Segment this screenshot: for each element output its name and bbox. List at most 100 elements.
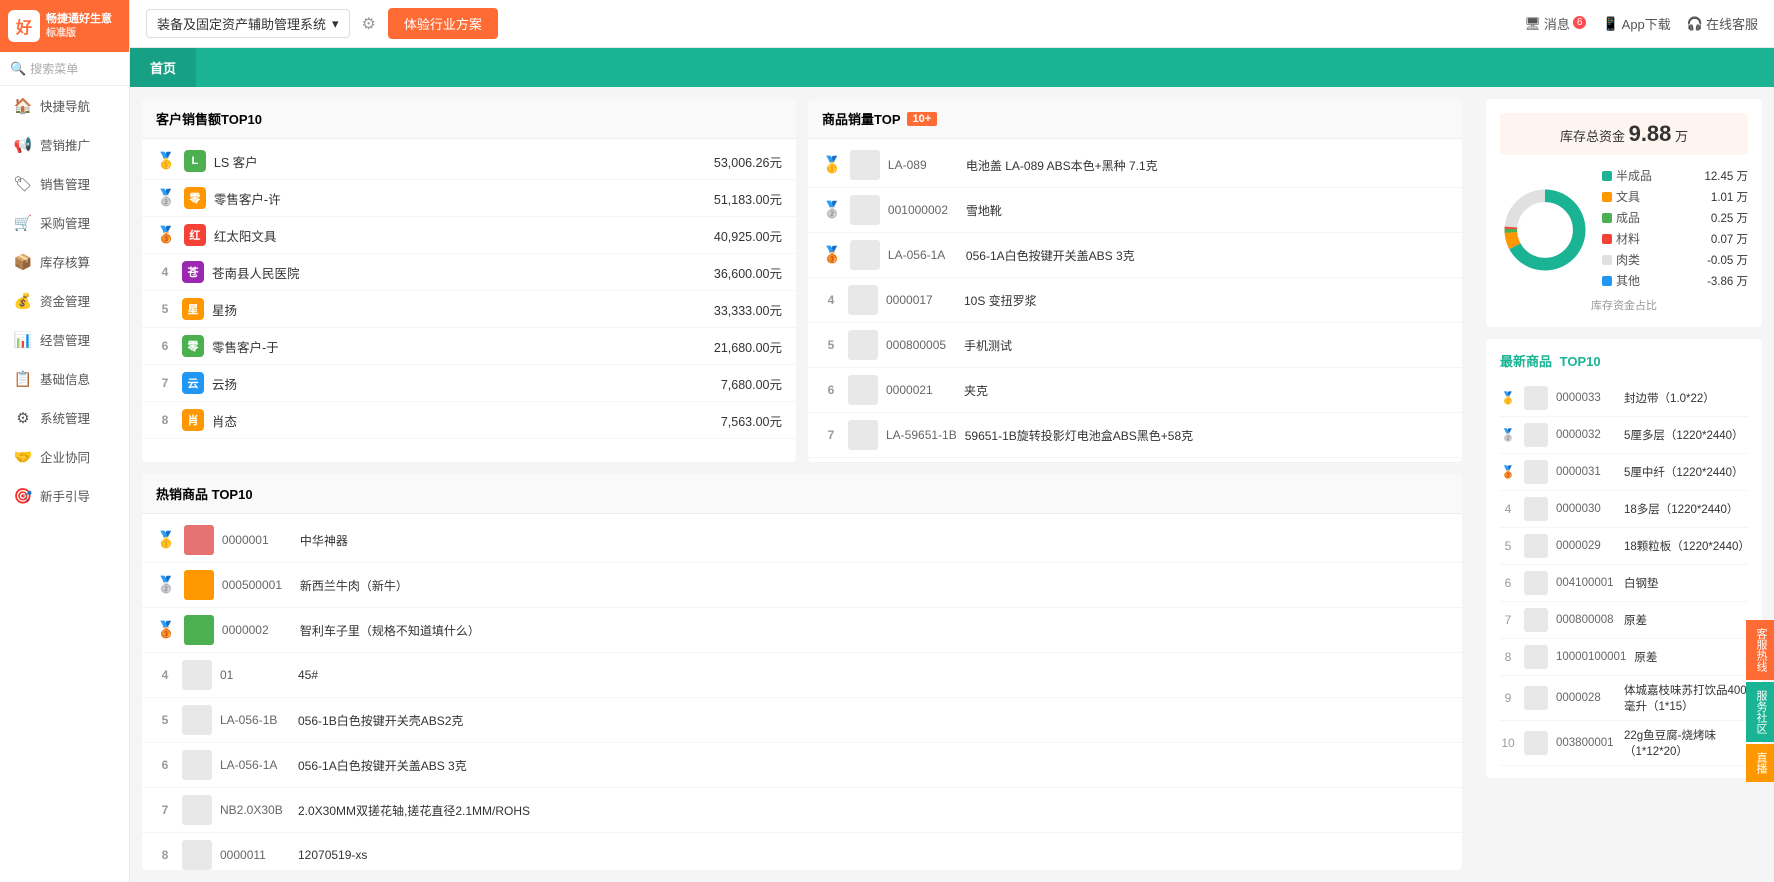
product-image bbox=[182, 750, 212, 780]
float-btn-live[interactable]: 直播 bbox=[1746, 744, 1774, 782]
system-icon: ⚙ bbox=[14, 409, 32, 427]
customer-badge: 红 bbox=[184, 224, 206, 246]
product-image bbox=[184, 525, 214, 555]
product-image bbox=[1524, 497, 1548, 521]
product-image bbox=[1524, 645, 1548, 669]
app-download-btn[interactable]: 📱 App下载 bbox=[1602, 14, 1670, 33]
table-row: 🥈 0000032 5厘多层（1220*2440） bbox=[1500, 417, 1748, 454]
phone-icon: 📱 bbox=[1602, 16, 1618, 32]
legend-item: 材料 0.07 万 bbox=[1602, 230, 1748, 247]
legend-dot bbox=[1602, 234, 1612, 244]
product-image bbox=[1524, 386, 1548, 410]
medal-icon: 🥉 bbox=[1500, 465, 1516, 479]
product-image bbox=[182, 795, 212, 825]
collaboration-icon: 🤝 bbox=[14, 448, 32, 466]
table-row: 5 0000029 18颗粒板（1220*2440） bbox=[1500, 528, 1748, 565]
legend-item: 半成品 12.45 万 bbox=[1602, 167, 1748, 184]
customer-ranking-header: 客户销售额TOP10 bbox=[142, 99, 796, 139]
table-row: 5 星 星扬 33,333.00元 bbox=[142, 291, 796, 328]
medal-icon: 🥈 bbox=[822, 200, 842, 220]
chart-legend: 半成品 12.45 万 文具 1.01 万 成品 0.25 万 bbox=[1602, 167, 1748, 293]
product-sales-badge: 10+ bbox=[907, 112, 938, 126]
product-image bbox=[848, 330, 878, 360]
product-image bbox=[1524, 423, 1548, 447]
product-sales-title: 商品销量TOP bbox=[822, 109, 901, 128]
notification-badge: 6 bbox=[1573, 16, 1587, 29]
trial-btn[interactable]: 体验行业方案 bbox=[388, 8, 498, 39]
product-image bbox=[850, 240, 880, 270]
legend-dot bbox=[1602, 213, 1612, 223]
inventory-chart-area: 半成品 12.45 万 文具 1.01 万 成品 0.25 万 bbox=[1500, 167, 1748, 293]
inventory-box: 库存总资金 9.88 万 bbox=[1486, 99, 1762, 327]
hot-products-title: 热销商品 TOP10 bbox=[156, 484, 253, 503]
new-products-box: 最新商品 TOP10 🥇 0000033 封边带（1.0*22） 🥈 00000… bbox=[1486, 339, 1762, 778]
table-row: 7 云 云扬 7,680.00元 bbox=[142, 365, 796, 402]
product-image bbox=[182, 840, 212, 870]
customer-badge: 肖 bbox=[182, 409, 204, 431]
product-image bbox=[1524, 571, 1548, 595]
sidebar-item-purchase[interactable]: 🛒 采购管理 bbox=[0, 203, 129, 242]
sidebar-item-sales[interactable]: 🏷 销售管理 bbox=[0, 164, 129, 203]
table-row: 4 01 45# bbox=[142, 653, 1462, 698]
logo-icon: 好 bbox=[8, 10, 40, 42]
product-image bbox=[850, 195, 880, 225]
float-btn-community[interactable]: 服务社区 bbox=[1746, 682, 1774, 742]
float-buttons: 客服热线 服务社区 直播 bbox=[1746, 620, 1774, 782]
table-row: 8 0000011 12070519-xs bbox=[142, 833, 1462, 870]
sidebar-item-guide[interactable]: 🎯 新手引导 bbox=[0, 476, 129, 515]
management-icon: 📊 bbox=[14, 331, 32, 349]
table-row: 4 苍 苍南县人民医院 36,600.00元 bbox=[142, 254, 796, 291]
medal-icon: 🥈 bbox=[156, 575, 176, 595]
inventory-donut-chart bbox=[1500, 185, 1590, 275]
notification-icon: 🖥 bbox=[1524, 16, 1541, 32]
chevron-down-icon: ▾ bbox=[332, 16, 339, 32]
sidebar-item-management[interactable]: 📊 经营管理 bbox=[0, 320, 129, 359]
customer-badge: L bbox=[184, 150, 206, 172]
table-row: 🥇 0000001 中华神器 bbox=[142, 518, 1462, 563]
hot-products-list: 🥇 0000001 中华神器 🥈 000500001 新西兰牛肉（新牛） 🥉 bbox=[142, 514, 1462, 870]
customer-ranking-title: 客户销售额TOP10 bbox=[156, 109, 262, 128]
product-image bbox=[850, 150, 880, 180]
topbar-right: 🖥 消息 6 📱 App下载 🎧 在线客服 bbox=[1524, 14, 1758, 33]
search-icon: 🔍 bbox=[10, 61, 26, 77]
product-image bbox=[848, 285, 878, 315]
product-image bbox=[1524, 534, 1548, 558]
customer-badge: 云 bbox=[182, 372, 204, 394]
top-row: 客户销售额TOP10 🥇 L LS 客户 53,006.26元 🥈 零 bbox=[142, 99, 1462, 462]
system-selector[interactable]: 装备及固定资产辅助管理系统 ▾ bbox=[146, 9, 350, 38]
table-row: 🥇 LA-089 电池盖 LA-089 ABS本色+黑种 7.1克 bbox=[808, 143, 1462, 188]
sidebar-item-marketing[interactable]: 📢 营销推广 bbox=[0, 125, 129, 164]
customer-rank-list: 🥇 L LS 客户 53,006.26元 🥈 零 零售客户-许 51,183.0… bbox=[142, 139, 796, 443]
table-row: 8 肖 肖态 7,563.00元 bbox=[142, 402, 796, 439]
tab-home[interactable]: 首页 bbox=[130, 48, 196, 87]
table-row: 🥈 000500001 新西兰牛肉（新牛） bbox=[142, 563, 1462, 608]
legend-dot bbox=[1602, 255, 1612, 265]
app-name: 畅捷通好生意 标准版 bbox=[46, 12, 112, 39]
sidebar-item-quick-nav[interactable]: 🏠 快捷导航 bbox=[0, 86, 129, 125]
sidebar-item-collaboration[interactable]: 🤝 企业协同 bbox=[0, 437, 129, 476]
online-service-btn[interactable]: 🎧 在线客服 bbox=[1687, 14, 1758, 33]
content-area: 客户销售额TOP10 🥇 L LS 客户 53,006.26元 🥈 零 bbox=[130, 87, 1774, 882]
medal-icon: 🥇 bbox=[156, 530, 176, 550]
chart-subtitle: 库存资金占比 bbox=[1500, 297, 1748, 313]
customer-badge: 零 bbox=[184, 187, 206, 209]
product-image bbox=[182, 705, 212, 735]
sales-icon: 🏷 bbox=[14, 175, 32, 193]
sidebar-item-inventory[interactable]: 📦 库存核算 bbox=[0, 242, 129, 281]
table-row: 4 0000017 10S 变扭罗浆 bbox=[808, 278, 1462, 323]
table-row: 9 0000028 体城嘉枝味苏打饮品400毫升（1*15） bbox=[1500, 676, 1748, 721]
product-image bbox=[1524, 731, 1548, 755]
float-btn-service[interactable]: 客服热线 bbox=[1746, 620, 1774, 680]
sidebar-item-system[interactable]: ⚙ 系统管理 bbox=[0, 398, 129, 437]
sidebar-item-finance[interactable]: 💰 资金管理 bbox=[0, 281, 129, 320]
basic-info-icon: 📋 bbox=[14, 370, 32, 388]
medal-icon: 🥉 bbox=[822, 245, 842, 265]
settings-icon[interactable]: ⚙ bbox=[362, 14, 376, 34]
product-image bbox=[1524, 686, 1548, 710]
search-menu[interactable]: 🔍 搜索菜单 bbox=[0, 52, 129, 86]
right-panel: 库存总资金 9.88 万 bbox=[1474, 87, 1774, 882]
sidebar-item-basic-info[interactable]: 📋 基础信息 bbox=[0, 359, 129, 398]
table-row: 🥉 0000031 5厘中纤（1220*2440） bbox=[1500, 454, 1748, 491]
notification-btn[interactable]: 🖥 消息 6 bbox=[1524, 14, 1586, 33]
table-row: 🥈 001000002 雪地靴 bbox=[808, 188, 1462, 233]
